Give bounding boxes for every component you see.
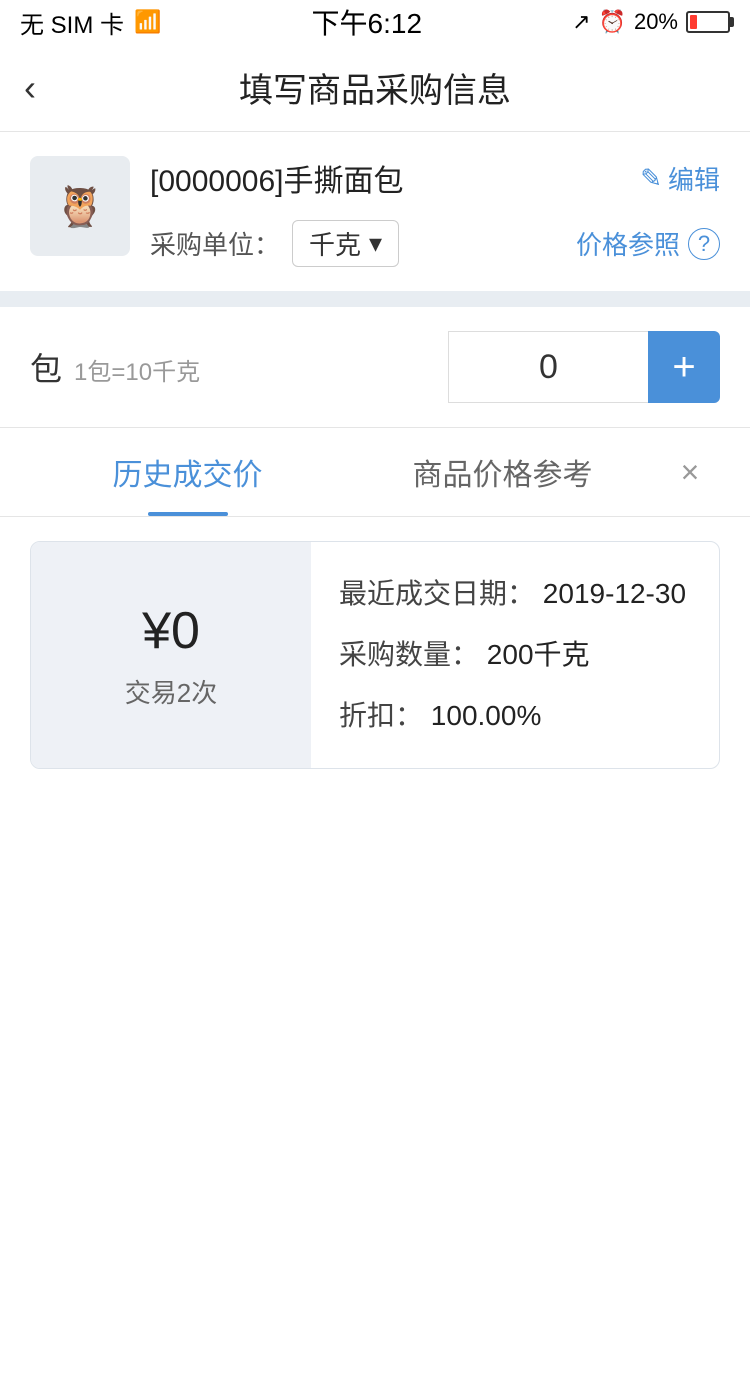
- alarm-icon: ⏰: [599, 9, 626, 35]
- tabs-header: 历史成交价 商品价格参考 ×: [0, 428, 750, 517]
- price-card-left: ¥0 交易2次: [31, 542, 311, 768]
- product-id: [0000006]: [150, 165, 283, 198]
- quantity-value: 0: [539, 348, 558, 387]
- purchase-qty-label: 采购数量：: [339, 639, 479, 670]
- quantity-input[interactable]: 0: [448, 331, 648, 403]
- tab-product-price-ref-label: 商品价格参考: [413, 450, 593, 494]
- product-info: [0000006]手撕面包 ✎ 编辑 采购单位： 千克 ▾ 价格参照 ?: [150, 156, 720, 267]
- purchase-qty-row: 采购数量： 200千克: [339, 633, 691, 678]
- quantity-section: 包 1包=10千克 0 +: [0, 307, 750, 427]
- section-divider: [0, 291, 750, 307]
- product-image-placeholder: 🦉: [55, 183, 105, 230]
- product-name-text: 手撕面包: [283, 165, 403, 198]
- discount-label: 折扣：: [339, 700, 423, 731]
- tab-history-price-label: 历史成交价: [113, 450, 263, 494]
- product-section: 🦉 [0000006]手撕面包 ✎ 编辑 采购单位： 千克 ▾: [0, 132, 750, 291]
- wifi-icon: 📶: [134, 9, 161, 35]
- price-card-right: 最近成交日期： 2019-12-30 采购数量： 200千克 折扣： 100.0…: [311, 542, 719, 768]
- quantity-controls: 0 +: [448, 331, 720, 403]
- unit-select-dropdown[interactable]: 千克 ▾: [292, 220, 399, 267]
- product-title-row: [0000006]手撕面包 ✎ 编辑: [150, 156, 720, 200]
- tabs-section: 历史成交价 商品价格参考 × ¥0 交易2次 最近成交日期： 2019-12-3…: [0, 427, 750, 793]
- price-value: 0: [171, 602, 200, 660]
- recent-date-row: 最近成交日期： 2019-12-30: [339, 572, 691, 617]
- price-reference-button[interactable]: 价格参照 ?: [576, 225, 720, 262]
- bottom-space: [0, 793, 750, 1393]
- recent-date-value: 2019-12-30: [543, 578, 686, 609]
- tab-product-price-ref[interactable]: 商品价格参考: [345, 428, 660, 516]
- status-time: 下午6:12: [312, 2, 423, 42]
- tab-history-price[interactable]: 历史成交价: [30, 428, 345, 516]
- status-bar: 无 SIM 卡 📶 下午6:12 ↗ ⏰ 20%: [0, 0, 750, 44]
- quantity-plus-button[interactable]: +: [648, 331, 720, 403]
- unit-value: 千克: [309, 225, 361, 262]
- currency-symbol: ¥: [142, 602, 171, 660]
- back-button[interactable]: ‹: [24, 67, 36, 109]
- trade-count: 交易2次: [125, 673, 217, 710]
- tab-close-button[interactable]: ×: [660, 442, 720, 502]
- status-right: ↗ ⏰ 20%: [572, 9, 730, 35]
- carrier-label: 无 SIM 卡: [20, 5, 124, 40]
- battery-icon: [686, 11, 730, 33]
- battery-fill: [690, 15, 697, 29]
- purchase-unit-row: 采购单位： 千克 ▾ 价格参照 ?: [150, 220, 720, 267]
- price-ref-label: 价格参照: [576, 225, 680, 262]
- quantity-unit-main: 包: [30, 344, 62, 390]
- product-name: [0000006]手撕面包: [150, 156, 403, 200]
- discount-value: 100.00%: [431, 700, 542, 731]
- quantity-unit-conversion: 1包=10千克: [74, 352, 200, 387]
- quantity-label: 包 1包=10千克: [30, 344, 200, 390]
- price-card-wrapper: ¥0 交易2次 最近成交日期： 2019-12-30 采购数量： 200千克 折…: [0, 517, 750, 793]
- nav-bar: ‹ 填写商品采购信息: [0, 44, 750, 132]
- product-thumbnail: 🦉: [30, 156, 130, 256]
- purchase-unit-label: 采购单位：: [150, 225, 280, 262]
- location-icon: ↗: [572, 9, 590, 35]
- edit-label: 编辑: [668, 160, 720, 197]
- product-header: 🦉 [0000006]手撕面包 ✎ 编辑 采购单位： 千克 ▾: [30, 156, 720, 267]
- plus-icon: +: [672, 345, 695, 390]
- price-card: ¥0 交易2次 最近成交日期： 2019-12-30 采购数量： 200千克 折…: [30, 541, 720, 769]
- status-left: 无 SIM 卡 📶: [20, 5, 161, 40]
- dropdown-arrow-icon: ▾: [369, 228, 382, 259]
- edit-icon: ✎: [640, 163, 662, 194]
- price-amount: ¥0: [142, 601, 200, 661]
- battery-percent: 20%: [634, 9, 678, 35]
- edit-button[interactable]: ✎ 编辑: [640, 160, 720, 197]
- page-title: 填写商品采购信息: [239, 63, 511, 112]
- purchase-qty-value: 200千克: [487, 639, 590, 670]
- help-icon: ?: [688, 228, 720, 260]
- purchase-unit-left: 采购单位： 千克 ▾: [150, 220, 399, 267]
- recent-date-label: 最近成交日期：: [339, 578, 535, 609]
- discount-row: 折扣： 100.00%: [339, 694, 691, 739]
- close-icon: ×: [681, 454, 700, 491]
